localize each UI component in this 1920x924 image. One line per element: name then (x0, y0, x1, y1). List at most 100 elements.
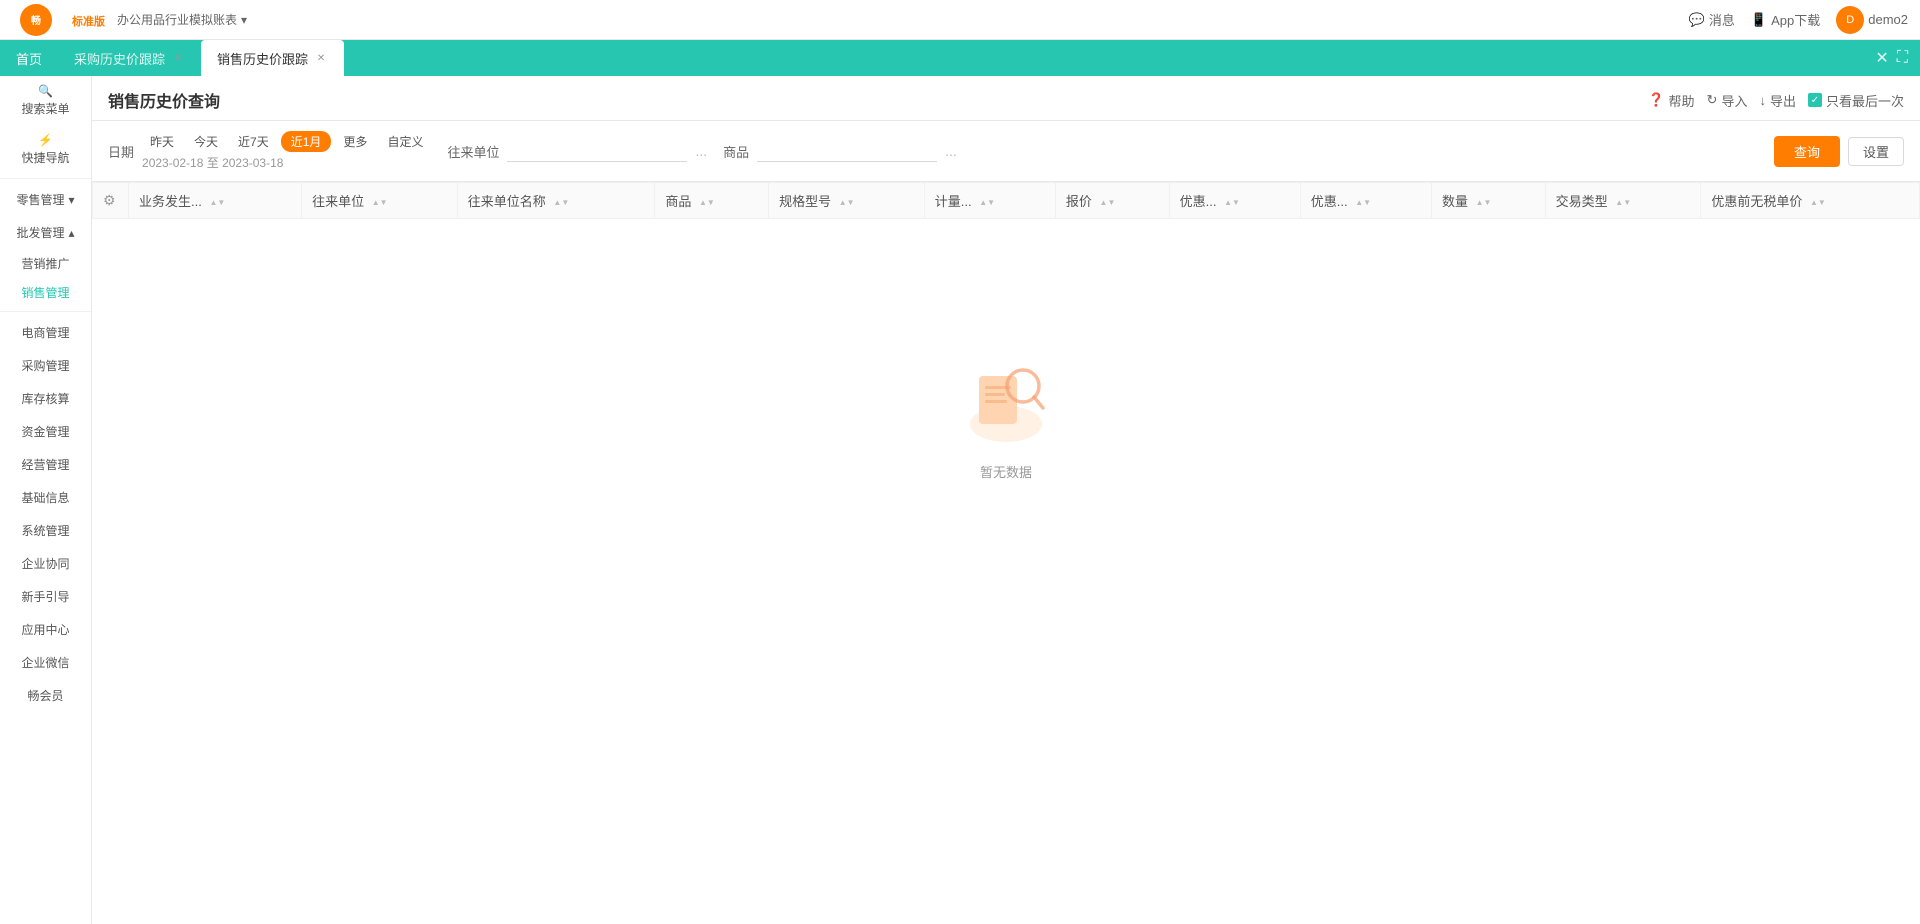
sort-icon: ▲▼ (979, 198, 995, 207)
sidebar: 🔍 搜索菜单 ⚡ 快捷导航 零售管理 ▾ 批发管理 ▴ 营销推广 销售管理 电商… (0, 76, 92, 924)
export-btn[interactable]: ↓ 导出 (1759, 91, 1796, 110)
close-sales-tab[interactable]: ✕ (314, 51, 328, 65)
phone-icon: 📱 (1751, 12, 1767, 28)
th-spec[interactable]: 规格型号 ▲▼ (769, 183, 925, 219)
date-btn-custom[interactable]: 自定义 (379, 131, 431, 152)
table-body: 暂无数据 (93, 219, 1920, 619)
fullscreen-btn[interactable]: ⛶ (1897, 49, 1908, 67)
sort-icon: ▲▼ (1476, 198, 1492, 207)
sidebar-item-purchase[interactable]: 采购管理 (0, 349, 91, 382)
date-filter-group: 日期 昨天 今天 近7天 近1月 更多 自定义 2023-02-18 至 202… (108, 131, 431, 171)
sort-icon: ▲▼ (1615, 198, 1631, 207)
tab-sales[interactable]: 销售历史价跟踪 ✕ (201, 40, 344, 76)
th-unit[interactable]: 计量... ▲▼ (924, 183, 1055, 219)
sort-icon: ▲▼ (1224, 198, 1240, 207)
header-actions: ❓ 帮助 ↻ 导入 ↓ 导出 ✓ 只看最后一次 (1648, 91, 1904, 110)
sidebar-item-newbie[interactable]: 新手引导 (0, 580, 91, 613)
sidebar-item-enterprise[interactable]: 企业协同 (0, 547, 91, 580)
th-discount1[interactable]: 优惠... ▲▼ (1169, 183, 1300, 219)
th-pre-tax-price[interactable]: 优惠前无税单价 ▲▼ (1701, 183, 1920, 219)
tab-bar-actions: ✕ ⛶ (1875, 48, 1920, 68)
sidebar-item-search[interactable]: 🔍 搜索菜单 (0, 76, 91, 125)
sort-icon: ▲▼ (839, 198, 855, 207)
help-icon: ❓ (1648, 92, 1664, 108)
sidebar-item-finance[interactable]: 资金管理 (0, 415, 91, 448)
product-input[interactable] (757, 140, 937, 162)
th-quoted-price[interactable]: 报价 ▲▼ (1055, 183, 1169, 219)
app-download-btn[interactable]: 📱 App下载 (1751, 10, 1820, 29)
import-btn[interactable]: ↻ 导入 (1707, 91, 1748, 110)
settings-button[interactable]: 设置 (1848, 137, 1904, 166)
th-discount2[interactable]: 优惠... ▲▼ (1300, 183, 1431, 219)
filter-actions: 查询 设置 (1774, 136, 1904, 167)
sidebar-item-member[interactable]: 畅会员 (0, 679, 91, 712)
date-btn-7days[interactable]: 近7天 (230, 131, 277, 152)
sidebar-item-inventory[interactable]: 库存核算 (0, 382, 91, 415)
message-icon: 💬 (1689, 12, 1705, 28)
date-btn-more[interactable]: 更多 (335, 131, 375, 152)
th-partner-code[interactable]: 往来单位 ▲▼ (302, 183, 458, 219)
empty-text: 暂无数据 (980, 462, 1032, 481)
date-btn-today[interactable]: 今天 (186, 131, 226, 152)
tab-bar: 首页 采购历史价跟踪 ✕ 销售历史价跟踪 ✕ ✕ ⛶ (0, 40, 1920, 76)
logo: 畅 (12, 2, 60, 38)
sidebar-item-quicknav[interactable]: ⚡ 快捷导航 (0, 125, 91, 174)
sort-icon: ▲▼ (372, 198, 388, 207)
top-bar: 畅 标准版 办公用品行业模拟账表 ▾ 💬 消息 📱 App下载 D demo2 (0, 0, 1920, 40)
logo-circle: 畅 (20, 4, 52, 36)
import-icon: ↻ (1707, 92, 1718, 108)
sidebar-item-sales-mgmt[interactable]: 销售管理 (0, 278, 91, 307)
date-btn-1month[interactable]: 近1月 (281, 131, 332, 152)
avatar: D (1836, 6, 1864, 34)
sidebar-item-marketing[interactable]: 营销推广 (0, 249, 91, 278)
sidebar-item-wholesale[interactable]: 批发管理 ▴ (0, 216, 91, 249)
brand-name: 标准版 (72, 13, 105, 29)
sidebar-item-wechat[interactable]: 企业微信 (0, 646, 91, 679)
sidebar-divider-2 (0, 311, 91, 312)
tab-purchase[interactable]: 采购历史价跟踪 ✕ (58, 40, 201, 76)
dropdown-icon: ▾ (241, 13, 247, 27)
product-dots[interactable]: ... (945, 143, 957, 159)
close-purchase-tab[interactable]: ✕ (171, 51, 185, 65)
query-button[interactable]: 查询 (1774, 136, 1840, 167)
export-icon: ↓ (1759, 93, 1766, 108)
quicknav-icon: ⚡ (38, 133, 53, 147)
close-all-tabs-btn[interactable]: ✕ (1875, 48, 1888, 68)
top-bar-right: 💬 消息 📱 App下载 D demo2 (1689, 6, 1908, 34)
page-title: 销售历史价查询 (108, 88, 220, 112)
only-last-checkbox[interactable]: ✓ 只看最后一次 (1808, 91, 1904, 110)
table-header: ⚙ 业务发生... ▲▼ 往来单位 ▲▼ 往来单位名称 ▲▼ (93, 183, 1920, 219)
th-quantity[interactable]: 数量 ▲▼ (1431, 183, 1545, 219)
sort-icon: ▲▼ (1355, 198, 1371, 207)
sidebar-item-app-center[interactable]: 应用中心 (0, 613, 91, 646)
partner-input[interactable] (507, 140, 687, 162)
app-selector[interactable]: 办公用品行业模拟账表 ▾ (117, 11, 247, 28)
gear-icon[interactable]: ⚙ (103, 192, 116, 208)
th-biz-date[interactable]: 业务发生... ▲▼ (129, 183, 302, 219)
user-menu[interactable]: D demo2 (1836, 6, 1908, 34)
sidebar-divider-1 (0, 178, 91, 179)
sidebar-item-system[interactable]: 系统管理 (0, 514, 91, 547)
th-partner-name[interactable]: 往来单位名称 ▲▼ (457, 183, 655, 219)
help-btn[interactable]: ❓ 帮助 (1648, 91, 1694, 110)
th-trade-type[interactable]: 交易类型 ▲▼ (1545, 183, 1701, 219)
date-label: 日期 (108, 142, 134, 161)
sidebar-item-retail[interactable]: 零售管理 ▾ (0, 183, 91, 216)
date-range-text: 2023-02-18 至 2023-03-18 (142, 154, 431, 171)
partner-filter-group: 往来单位 ... (447, 140, 707, 162)
search-icon: 🔍 (38, 84, 53, 98)
table-container: ⚙ 业务发生... ▲▼ 往来单位 ▲▼ 往来单位名称 ▲▼ (92, 182, 1920, 924)
date-buttons: 昨天 今天 近7天 近1月 更多 自定义 (142, 131, 431, 152)
page-header: 销售历史价查询 ❓ 帮助 ↻ 导入 ↓ 导出 ✓ 只看最后一次 (92, 76, 1920, 121)
sidebar-item-basic[interactable]: 基础信息 (0, 481, 91, 514)
filter-bar: 日期 昨天 今天 近7天 近1月 更多 自定义 2023-02-18 至 202… (92, 121, 1920, 182)
messages-btn[interactable]: 💬 消息 (1689, 10, 1735, 29)
tab-home[interactable]: 首页 (0, 40, 58, 76)
date-btn-yesterday[interactable]: 昨天 (142, 131, 182, 152)
partner-dots[interactable]: ... (695, 143, 707, 159)
sidebar-item-operations[interactable]: 经营管理 (0, 448, 91, 481)
sidebar-item-ecommerce[interactable]: 电商管理 (0, 316, 91, 349)
sort-icon: ▲▼ (209, 198, 225, 207)
th-product[interactable]: 商品 ▲▼ (655, 183, 769, 219)
sort-icon: ▲▼ (553, 198, 569, 207)
